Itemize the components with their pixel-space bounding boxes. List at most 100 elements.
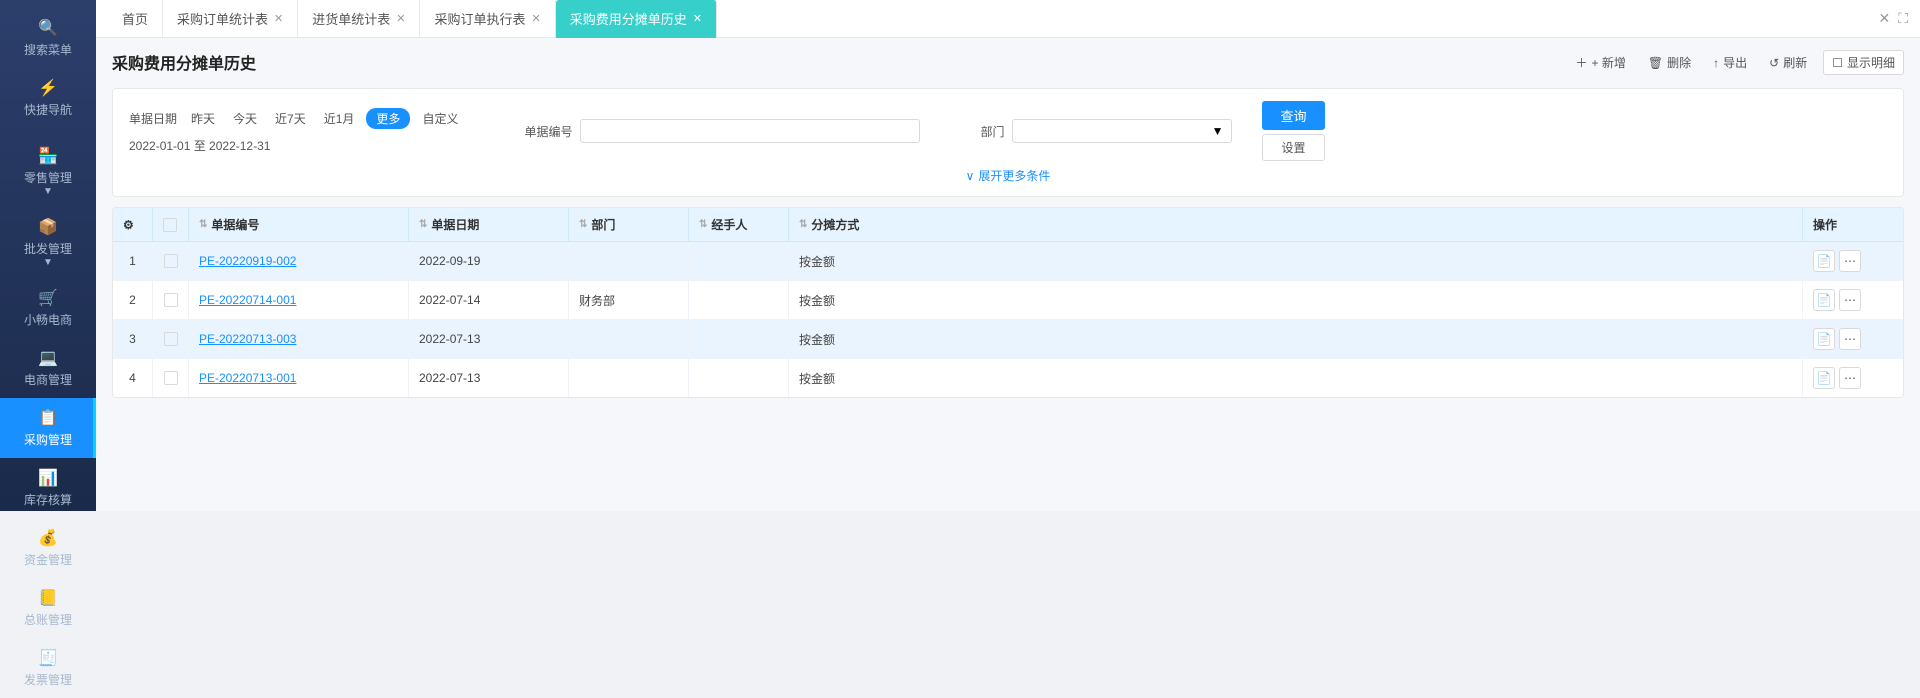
sidebar-item-invoice[interactable]: 🧾 发票管理 [0, 638, 96, 698]
show-columns-button[interactable]: ☐ 显示明细 [1823, 50, 1904, 75]
row-method: 按金额 [789, 359, 1803, 397]
tab-label: 采购订单统计表 [177, 9, 268, 28]
refresh-button[interactable]: ↺ 刷新 [1763, 51, 1813, 74]
sidebar-item-label: 资金管理 [24, 551, 72, 568]
row-doc-no[interactable]: PE-20220713-001 [189, 359, 409, 397]
main-area: 首页 采购订单统计表 ✕ 进货单统计表 ✕ 采购订单执行表 ✕ 采购费用分摊单历… [96, 0, 1920, 511]
sidebar-item-purchase[interactable]: 📋 采购管理 [0, 398, 96, 458]
page-title: 采购费用分摊单历史 [112, 50, 256, 74]
row-doc-no[interactable]: PE-20220714-001 [189, 281, 409, 319]
close-icon[interactable]: ✕ [532, 12, 541, 25]
row-more-button[interactable]: ⋯ [1839, 289, 1861, 311]
sort-icon: ⇅ [419, 219, 427, 230]
tab-purchase-fee-history[interactable]: 采购费用分摊单历史 ✕ [556, 0, 717, 38]
col-action: 操作 [1803, 208, 1903, 241]
row-doc-no[interactable]: PE-20220919-002 [189, 242, 409, 280]
sidebar-item-inventory[interactable]: 📊 库存核算 [0, 458, 96, 518]
col-settings[interactable]: ⚙ [113, 208, 153, 241]
row-dept: 财务部 [569, 281, 689, 319]
row-no: 3 [113, 320, 153, 358]
filter-tag-more[interactable]: 更多 [366, 108, 410, 129]
sidebar-item-finance[interactable]: 💰 资金管理 [0, 518, 96, 578]
row-view-button[interactable]: 📄 [1813, 289, 1835, 311]
setting-button[interactable]: 设置 [1262, 134, 1324, 161]
col-dept[interactable]: ⇅ 部门 [569, 208, 689, 241]
tab-purchase-stat[interactable]: 采购订单统计表 ✕ [163, 0, 298, 38]
sort-icon: ⇅ [799, 219, 807, 230]
row-date: 2022-07-14 [409, 281, 569, 319]
close-icon[interactable]: ✕ [693, 12, 702, 25]
filter-tag-custom[interactable]: 自定义 [416, 108, 464, 129]
row-view-button[interactable]: 📄 [1813, 328, 1835, 350]
row-checkbox-input[interactable] [164, 371, 178, 385]
row-doc-no[interactable]: PE-20220713-003 [189, 320, 409, 358]
row-actions: 📄 ⋯ [1803, 320, 1903, 358]
row-actions: 📄 ⋯ [1803, 359, 1903, 397]
filter-tag-7days[interactable]: 近7天 [269, 108, 312, 129]
row-view-button[interactable]: 📄 [1813, 367, 1835, 389]
doc-number-input[interactable] [580, 119, 920, 143]
row-no: 2 [113, 281, 153, 319]
col-handler-label: 经手人 [711, 216, 747, 233]
refresh-label: 刷新 [1783, 54, 1807, 71]
filter-buttons: 查询 设置 [1262, 101, 1324, 161]
tab-purchase-exec[interactable]: 采购订单执行表 ✕ [420, 0, 555, 38]
close-icon[interactable]: ✕ [396, 12, 405, 25]
row-more-button[interactable]: ⋯ [1839, 367, 1861, 389]
expand-more-button[interactable]: ∨ 展开更多条件 [966, 167, 1051, 184]
settings-icon[interactable]: ⚙ [123, 218, 134, 232]
col-dept-label: 部门 [591, 216, 615, 233]
wholesale-icon: 📦 [38, 217, 58, 237]
filter-tag-yesterday[interactable]: 昨天 [185, 108, 221, 129]
row-method: 按金额 [789, 242, 1803, 280]
row-view-button[interactable]: 📄 [1813, 250, 1835, 272]
col-handler[interactable]: ⇅ 经手人 [689, 208, 789, 241]
row-checkbox-input[interactable] [164, 293, 178, 307]
expand-label: 展开更多条件 [978, 167, 1050, 184]
col-date[interactable]: ⇅ 单据日期 [409, 208, 569, 241]
sidebar-item-ecommerce-small[interactable]: 🛒 小畅电商 [0, 278, 96, 338]
row-more-button[interactable]: ⋯ [1839, 250, 1861, 272]
date-filter-group: 单据日期 昨天 今天 近7天 近1月 更多 自定义 2022-01-01 至 2… [129, 108, 464, 154]
sidebar-item-label: 发票管理 [24, 671, 72, 688]
col-doc-no[interactable]: ⇅ 单据编号 [189, 208, 409, 241]
export-button[interactable]: ↑ 导出 [1707, 51, 1753, 74]
tab-home[interactable]: 首页 [108, 0, 163, 38]
close-all-icon[interactable]: ✕ [1878, 10, 1890, 27]
sidebar-item-nav[interactable]: ⚡ 快捷导航 [0, 68, 96, 128]
sidebar-item-wholesale[interactable]: 📦 批发管理 ▼ [0, 207, 96, 278]
row-checkbox [153, 242, 189, 280]
filter-tag-1month[interactable]: 近1月 [318, 108, 361, 129]
sidebar-item-ledger[interactable]: 📒 总账管理 [0, 578, 96, 638]
header-checkbox[interactable] [163, 218, 177, 232]
sidebar-item-ecommerce[interactable]: 💻 电商管理 [0, 338, 96, 398]
tab-bar: 首页 采购订单统计表 ✕ 进货单统计表 ✕ 采购订单执行表 ✕ 采购费用分摊单历… [96, 0, 1920, 38]
filter-tag-today[interactable]: 今天 [227, 108, 263, 129]
row-checkbox [153, 320, 189, 358]
dept-select[interactable]: ▼ [1012, 119, 1232, 143]
row-method: 按金额 [789, 320, 1803, 358]
page-header-row: 采购费用分摊单历史 ＋ + 新增 🗑 删除 ↑ 导出 ↺ 刷新 [112, 50, 1904, 86]
row-checkbox-input[interactable] [164, 254, 178, 268]
delete-icon: 🗑 [1648, 56, 1663, 70]
sidebar-item-label: 库存核算 [24, 491, 72, 508]
col-method[interactable]: ⇅ 分摊方式 [789, 208, 1803, 241]
chevron-down-icon: ▼ [43, 186, 53, 197]
table-row: 4 PE-20220713-001 2022-07-13 按金额 📄 ⋯ [113, 359, 1903, 397]
refresh-icon: ↺ [1769, 56, 1779, 70]
sort-icon: ⇅ [699, 219, 707, 230]
tab-label: 采购订单执行表 [434, 9, 525, 28]
maximize-icon[interactable]: ⛶ [1898, 10, 1908, 27]
row-more-button[interactable]: ⋯ [1839, 328, 1861, 350]
query-button[interactable]: 查询 [1262, 101, 1324, 130]
tab-goods-stat[interactable]: 进货单统计表 ✕ [298, 0, 420, 38]
sidebar-item-search[interactable]: 🔍 搜索菜单 [0, 8, 96, 68]
add-button[interactable]: ＋ + 新增 [1570, 51, 1632, 74]
delete-button[interactable]: 🗑 删除 [1642, 51, 1697, 74]
row-dept [569, 320, 689, 358]
sidebar-item-retail[interactable]: 🏪 零售管理 ▼ [0, 136, 96, 207]
close-icon[interactable]: ✕ [274, 12, 283, 25]
chevron-down-icon: ∨ [966, 169, 975, 183]
row-checkbox-input[interactable] [164, 332, 178, 346]
sidebar-item-label: 小畅电商 [24, 311, 72, 328]
